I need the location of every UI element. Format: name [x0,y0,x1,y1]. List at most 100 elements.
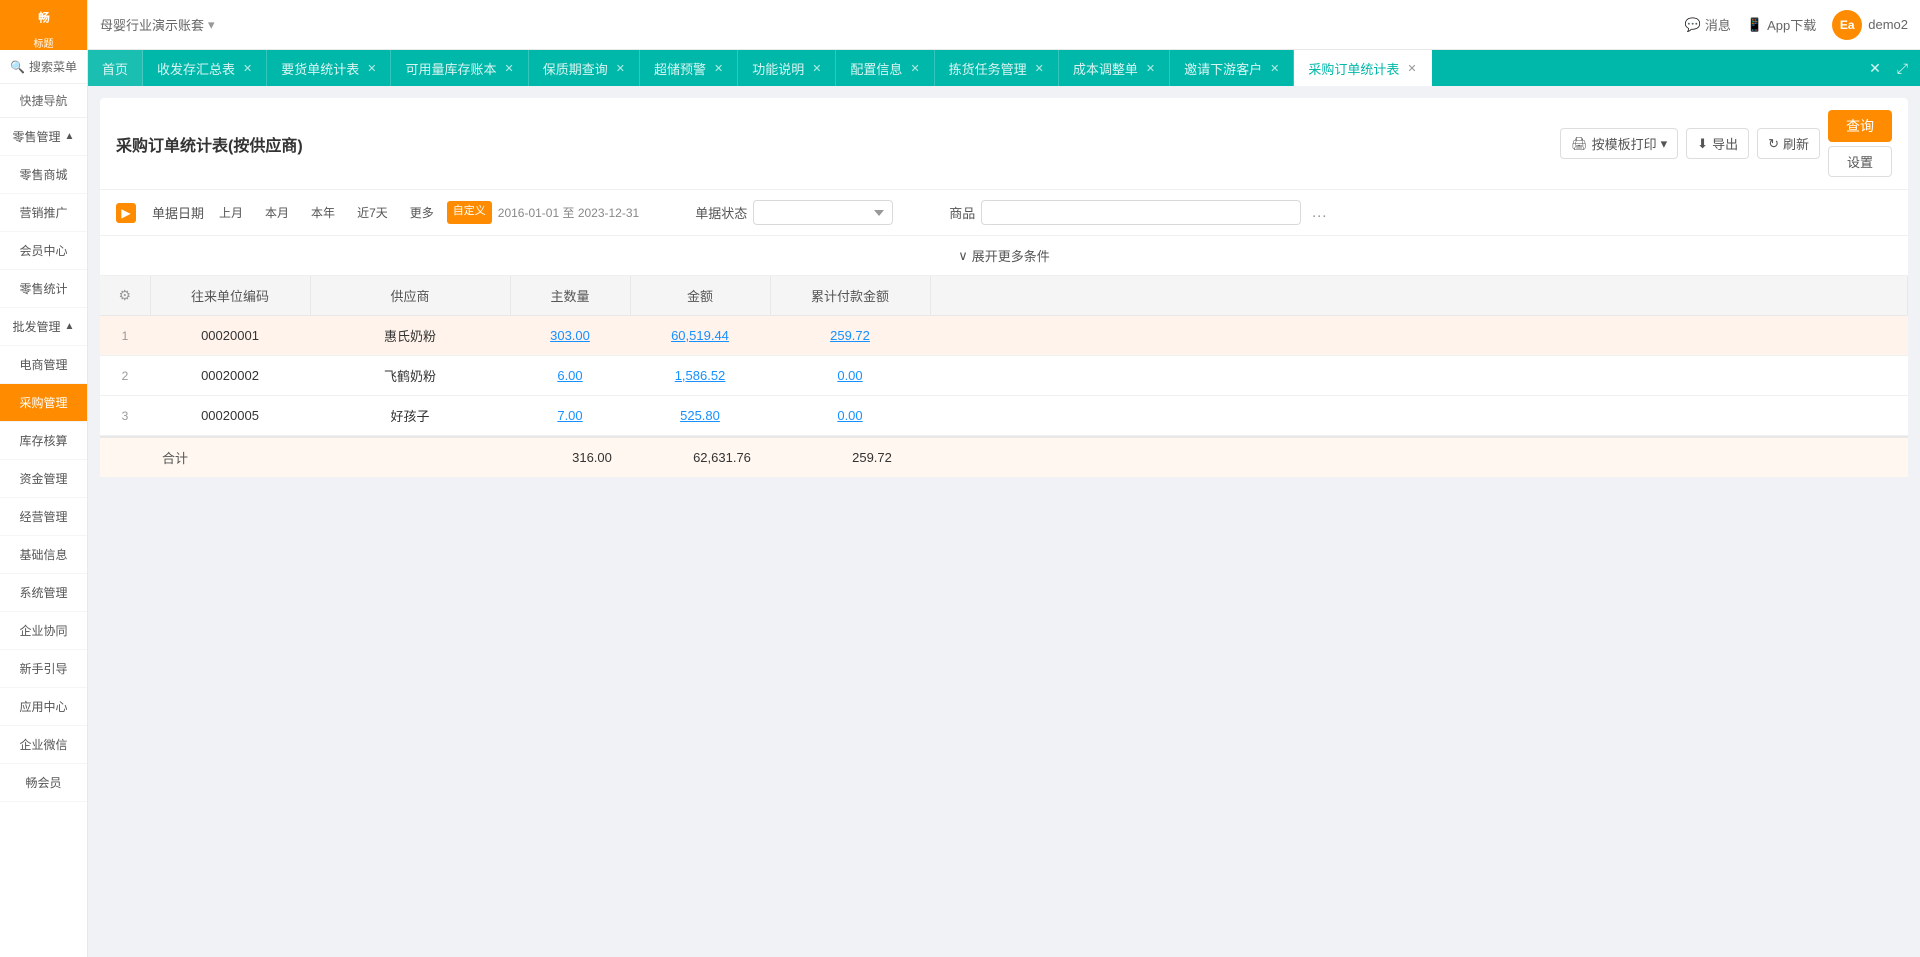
row-2-code: 00020002 [150,356,310,396]
row-1-amount[interactable]: 60,519.44 [630,316,770,356]
row-2-paid[interactable]: 0.00 [770,356,930,396]
status-select[interactable] [753,200,893,225]
tab-purchase-stats-close[interactable]: ✕ [1407,62,1416,75]
tabbar: 首页 收发存汇总表 ✕ 要货单统计表 ✕ 可用量库存账本 ✕ 保质期查询 ✕ 超… [88,50,1920,86]
tab-invite[interactable]: 邀请下游客户 ✕ [1170,50,1294,86]
app-logo[interactable]: 畅 标题 [0,0,87,50]
sidebar-item-finance[interactable]: 资金管理 [0,460,87,498]
row-1-paid[interactable]: 259.72 [770,316,930,356]
expand-conditions-button[interactable]: ∨ 展开更多条件 [958,240,1050,271]
row-3-qty[interactable]: 7.00 [510,396,630,436]
footer-qty: 316.00 [532,450,652,465]
sidebar-item-wechat[interactable]: 企业微信 [0,726,87,764]
tab-config[interactable]: 配置信息 ✕ [836,50,934,86]
tab-maximize-button[interactable]: ⤢ [1893,56,1912,81]
sidebar-item-system[interactable]: 系统管理 [0,574,87,612]
template-print-button[interactable]: 🖨 按模板打印 ▾ [1560,128,1678,159]
tab-purchase-stats-label: 采购订单统计表 [1308,59,1399,78]
mobile-icon: 📱 [1747,17,1763,33]
tab-home[interactable]: 首页 [88,50,143,86]
sidebar-item-member[interactable]: 会员中心 [0,232,87,270]
sidebar-item-operations-label: 经营管理 [19,508,67,525]
row-1-empty [930,316,1908,356]
refresh-button[interactable]: ↻ 刷新 [1757,128,1820,159]
sidebar-item-vip[interactable]: 畅会员 [0,764,87,802]
tab-config-label: 配置信息 [850,59,902,78]
sidebar-item-wholesale[interactable]: 批发管理 ▲ [0,308,87,346]
sidebar-search[interactable]: 🔍 搜索菜单 [0,50,87,84]
row-1-index: 1 [100,316,150,356]
row-3-paid[interactable]: 0.00 [770,396,930,436]
sidebar-item-guide[interactable]: 新手引导 [0,650,87,688]
tab-cost-close[interactable]: ✕ [1146,62,1155,75]
row-3-amount[interactable]: 525.80 [630,396,770,436]
sidebar-item-retail[interactable]: 零售管理 ▲ [0,118,87,156]
tab-purchase-stats[interactable]: 采购订单统计表 ✕ [1294,50,1431,86]
tab-collect-close[interactable]: ✕ [243,62,252,75]
date-btn-7days[interactable]: 近7天 [348,201,397,224]
date-btn-last-month[interactable]: 上月 [210,201,252,224]
tab-overstock[interactable]: 超储预警 ✕ [640,50,738,86]
sidebar-shortcut-label: 快捷导航 [19,92,67,109]
tab-home-label: 首页 [102,59,128,78]
tab-goods-stats-close[interactable]: ✕ [367,62,376,75]
sidebar-item-inventory-check[interactable]: 库存核算 [0,422,87,460]
sidebar-item-retail-store[interactable]: 零售商城 [0,156,87,194]
tab-cost[interactable]: 成本调整单 ✕ [1059,50,1170,86]
column-settings-icon[interactable]: ⚙ [118,287,131,303]
table-row: 2 00020002 飞鹤奶粉 6.00 1,586.52 0.00 [100,356,1908,396]
tab-invite-close[interactable]: ✕ [1270,62,1279,75]
sidebar-item-basic[interactable]: 基础信息 [0,536,87,574]
export-button[interactable]: ⬇ 导出 [1686,128,1749,159]
tab-inventory-close[interactable]: ✕ [505,62,514,75]
sidebar-item-vip-label: 畅会员 [25,774,61,791]
tabbar-end: ✕ ⤢ [1865,56,1920,81]
app-download-button[interactable]: 📱 App下载 [1747,15,1816,34]
sidebar-item-retail-stats[interactable]: 零售统计 [0,270,87,308]
tab-help[interactable]: 功能说明 ✕ [738,50,836,86]
tab-collect[interactable]: 收发存汇总表 ✕ [143,50,267,86]
tab-goods-stats[interactable]: 要货单统计表 ✕ [267,50,391,86]
user-menu[interactable]: Ea demo2 [1832,10,1908,40]
sidebar-item-enterprise-label: 企业协同 [19,622,67,639]
sidebar-item-finance-label: 资金管理 [19,470,67,487]
settings-button[interactable]: 设置 [1828,146,1892,177]
tab-shelf-life[interactable]: 保质期查询 ✕ [529,50,640,86]
tab-help-close[interactable]: ✕ [812,62,821,75]
date-btn-more[interactable]: 更多 [401,201,443,224]
date-btn-this-month[interactable]: 本月 [256,201,298,224]
tab-close-all-button[interactable]: ✕ [1865,56,1885,81]
tab-overstock-label: 超储预警 [654,59,706,78]
tab-inventory[interactable]: 可用量库存账本 ✕ [391,50,528,86]
filter-toggle-button[interactable]: ▶ [116,203,136,223]
sidebar-item-app-center[interactable]: 应用中心 [0,688,87,726]
sidebar-item-purchase[interactable]: 采购管理 [0,384,87,422]
goods-input[interactable] [981,200,1301,225]
more-options-icon[interactable]: … [1311,204,1327,222]
tab-shelf-life-close[interactable]: ✕ [616,62,625,75]
sidebar-item-enterprise[interactable]: 企业协同 [0,612,87,650]
row-2-qty[interactable]: 6.00 [510,356,630,396]
date-btn-this-year[interactable]: 本年 [302,201,344,224]
tab-config-close[interactable]: ✕ [910,62,919,75]
row-1-supplier: 惠氏奶粉 [310,316,510,356]
tab-task-close[interactable]: ✕ [1035,62,1044,75]
row-2-index: 2 [100,356,150,396]
date-filter-label: 单据日期 [152,203,204,222]
logo-icon: 畅 [26,0,62,33]
row-1-qty[interactable]: 303.00 [510,316,630,356]
sidebar-item-marketing[interactable]: 营销推广 [0,194,87,232]
query-button[interactable]: 查询 [1828,110,1892,142]
sidebar-item-operations[interactable]: 经营管理 [0,498,87,536]
row-3-index: 3 [100,396,150,436]
tab-task-label: 拣货任务管理 [949,59,1027,78]
sidebar-item-ecommerce[interactable]: 电商管理 [0,346,87,384]
sidebar-shortcut[interactable]: 快捷导航 [0,84,87,118]
th-code: 往来单位编码 [150,276,310,316]
row-2-amount[interactable]: 1,586.52 [630,356,770,396]
export-icon: ⬇ [1697,136,1708,152]
message-button[interactable]: 💬 消息 [1685,15,1731,34]
tab-task[interactable]: 拣货任务管理 ✕ [935,50,1059,86]
tab-overstock-close[interactable]: ✕ [714,62,723,75]
breadcrumb-text: 母婴行业演示账套 [100,15,204,34]
